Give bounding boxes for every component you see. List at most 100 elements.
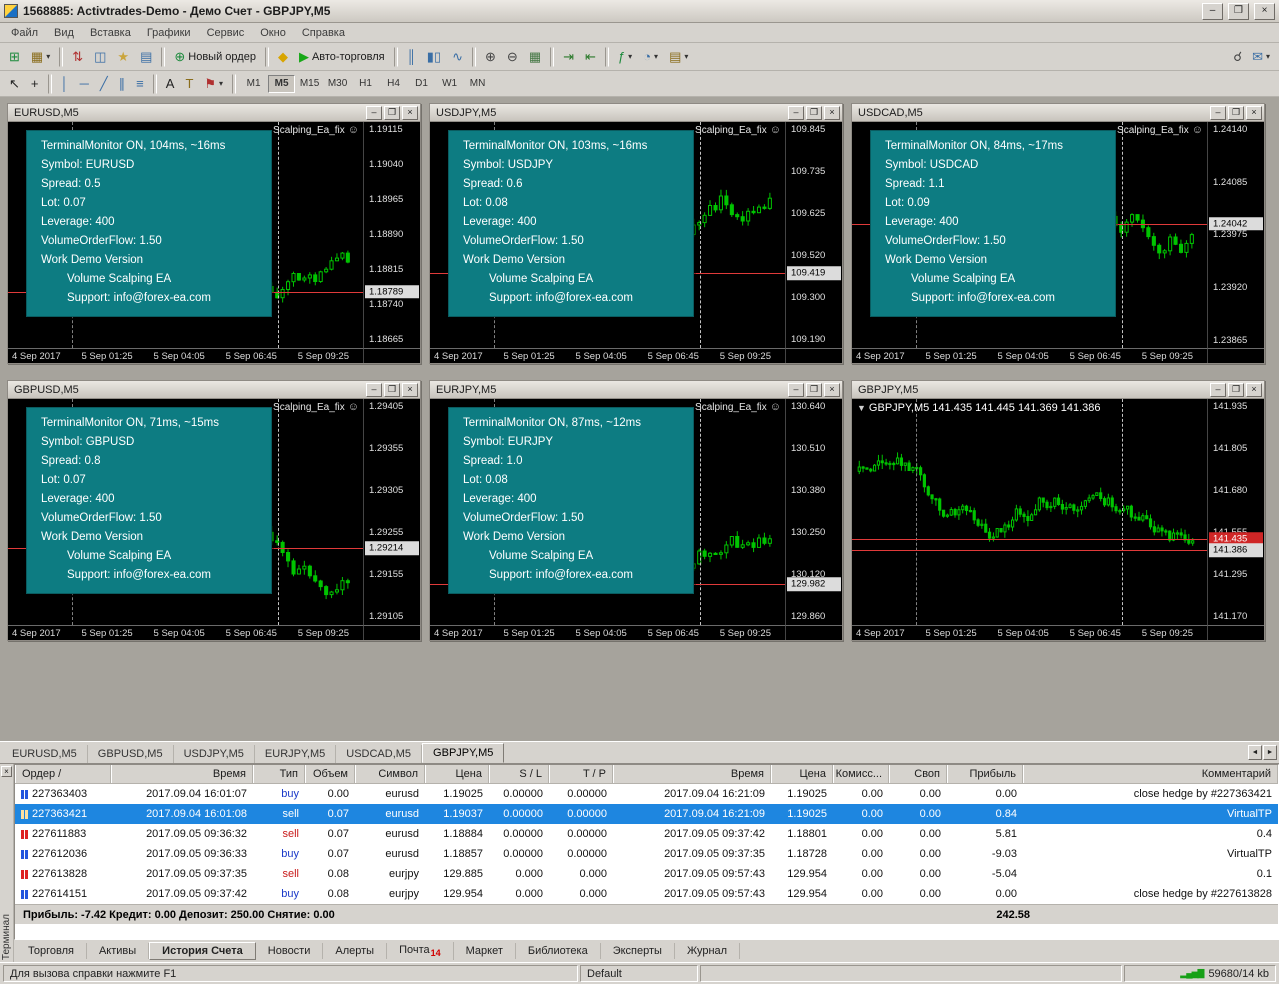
- chart-minimize-button[interactable]: –: [788, 105, 804, 120]
- market-watch-button[interactable]: ⇅: [67, 46, 88, 68]
- column-header[interactable]: Символ: [355, 765, 425, 783]
- timeframe-h1[interactable]: H1: [352, 75, 379, 93]
- chart-close-button[interactable]: ×: [824, 382, 840, 397]
- column-header[interactable]: Цена: [771, 765, 833, 783]
- tab-scroll-left-button[interactable]: ◄: [1248, 745, 1262, 760]
- chart-restore-button[interactable]: ❐: [384, 105, 400, 120]
- menu-item[interactable]: Графики: [139, 25, 199, 41]
- chart-close-button[interactable]: ×: [824, 105, 840, 120]
- metaeditor-button[interactable]: ◆: [273, 46, 293, 68]
- chart-restore-button[interactable]: ❐: [806, 382, 822, 397]
- chart-minimize-button[interactable]: –: [366, 105, 382, 120]
- terminal-tab[interactable]: Алерты: [323, 943, 388, 959]
- chart-canvas[interactable]: Scalping_Ea_fix ☺ TerminalMonitor ON, 87…: [430, 399, 785, 625]
- status-profile[interactable]: Default: [580, 965, 698, 982]
- timeframe-w1[interactable]: W1: [436, 75, 463, 93]
- search-button[interactable]: ☌: [1228, 46, 1247, 68]
- zoom-out-button[interactable]: ⊖: [502, 46, 523, 68]
- menu-item[interactable]: Вставка: [82, 25, 139, 41]
- timeframe-h4[interactable]: H4: [380, 75, 407, 93]
- terminal-tab[interactable]: История Счета: [149, 942, 256, 960]
- chart-tab[interactable]: USDJPY,M5: [174, 745, 255, 763]
- terminal-tab[interactable]: Новости: [256, 943, 324, 959]
- menu-item[interactable]: Справка: [294, 25, 353, 41]
- terminal-tab[interactable]: Эксперты: [601, 943, 675, 959]
- price-scale[interactable]: 1.19115 1.19040 1.18965 1.18890 1.18815 1.187…: [363, 122, 420, 348]
- timeframe-mn[interactable]: MN: [464, 75, 491, 93]
- toolbar-button[interactable]: [152, 73, 157, 94]
- timeframe-d1[interactable]: D1: [408, 75, 435, 93]
- history-row[interactable]: 227612036 2017.09.05 09:36:33 buy 0.07 e…: [15, 844, 1278, 864]
- chart-minimize-button[interactable]: –: [788, 382, 804, 397]
- toolbar-button[interactable]: [161, 46, 166, 67]
- terminal-close-button[interactable]: ×: [1, 766, 12, 777]
- menu-item[interactable]: Окно: [252, 25, 294, 41]
- history-row[interactable]: 227613828 2017.09.05 09:37:35 sell 0.08 …: [15, 864, 1278, 884]
- chart-restore-button[interactable]: ❐: [384, 382, 400, 397]
- auto-scroll-button[interactable]: ⇥: [558, 46, 579, 68]
- toolbar-button[interactable]: [550, 46, 555, 67]
- toolbar-button[interactable]: [472, 46, 477, 67]
- history-row[interactable]: 227614151 2017.09.05 09:37:42 buy 0.08 e…: [15, 884, 1278, 904]
- column-header[interactable]: Объем: [305, 765, 355, 783]
- data-window-button[interactable]: ◫: [89, 46, 111, 68]
- time-axis[interactable]: 4 Sep 2017 5 Sep 01:25 5 Sep 04:05 5 Sep 06…: [852, 625, 1207, 640]
- chart-tab[interactable]: GBPJPY,M5: [422, 743, 505, 763]
- chart-titlebar[interactable]: GBPUSD,M5 – ❐ ×: [8, 381, 420, 399]
- menu-item[interactable]: Вид: [46, 25, 82, 41]
- column-header[interactable]: Тип: [253, 765, 305, 783]
- chart-titlebar[interactable]: EURUSD,M5 – ❐ ×: [8, 104, 420, 122]
- autotrading-button[interactable]: ▶ Авто-торговля: [294, 46, 390, 68]
- toolbar-button[interactable]: [604, 46, 609, 67]
- chart-minimize-button[interactable]: –: [366, 382, 382, 397]
- new-chart-button[interactable]: ⊞: [4, 46, 25, 68]
- chart-close-button[interactable]: ×: [402, 105, 418, 120]
- column-header[interactable]: Своп: [889, 765, 947, 783]
- column-header[interactable]: Прибыль: [947, 765, 1023, 783]
- timeframe-m1[interactable]: M1: [240, 75, 267, 93]
- chart-tab[interactable]: EURJPY,M5: [255, 745, 337, 763]
- history-row[interactable]: 227363421 2017.09.04 16:01:08 sell 0.07 …: [15, 804, 1278, 824]
- chart-titlebar[interactable]: USDJPY,M5 – ❐ ×: [430, 104, 842, 122]
- chart-restore-button[interactable]: ❐: [1228, 105, 1244, 120]
- chart-close-button[interactable]: ×: [1246, 105, 1262, 120]
- time-axis[interactable]: 4 Sep 2017 5 Sep 01:25 5 Sep 04:05 5 Sep 06…: [430, 348, 785, 363]
- chart-canvas[interactable]: Scalping_Ea_fix ☺ TerminalMonitor ON, 10…: [430, 122, 785, 348]
- text-annotation-button[interactable]: T: [180, 73, 198, 95]
- chat-button[interactable]: ✉ ▾: [1247, 46, 1275, 68]
- chart-tab[interactable]: EURUSD,M5: [2, 745, 88, 763]
- indicators-button[interactable]: ƒ ▾: [613, 46, 637, 68]
- chart-canvas[interactable]: Scalping_Ea_fix ☺ TerminalMonitor ON, 84…: [852, 122, 1207, 348]
- chart-tab[interactable]: USDCAD,M5: [336, 745, 423, 763]
- time-axis[interactable]: 4 Sep 2017 5 Sep 01:25 5 Sep 04:05 5 Sep 06…: [8, 625, 363, 640]
- toolbar-button[interactable]: [393, 46, 398, 67]
- close-button[interactable]: ×: [1254, 2, 1275, 20]
- price-scale[interactable]: 1.29405 1.29355 1.29305 1.29255 1.29155 1.291…: [363, 399, 420, 625]
- line-chart-button[interactable]: ∿: [447, 46, 468, 68]
- chart-restore-button[interactable]: ❐: [806, 105, 822, 120]
- chart-canvas[interactable]: Scalping_Ea_fix ☺ TerminalMonitor ON, 10…: [8, 122, 363, 348]
- zoom-in-button[interactable]: ⊕: [480, 46, 501, 68]
- timeframe-m15[interactable]: M15: [296, 75, 323, 93]
- chart-minimize-button[interactable]: –: [1210, 105, 1226, 120]
- terminal-tab[interactable]: Торговля: [16, 943, 87, 959]
- terminal-panel-button[interactable]: ▤: [135, 46, 157, 68]
- history-row[interactable]: 227363403 2017.09.04 16:01:07 buy 0.00 e…: [15, 784, 1278, 804]
- column-header[interactable]: S / L: [489, 765, 549, 783]
- column-header[interactable]: Комментарий: [1023, 765, 1278, 783]
- terminal-tab[interactable]: Библиотека: [516, 943, 601, 959]
- terminal-tab[interactable]: Журнал: [675, 943, 741, 959]
- chart-titlebar[interactable]: USDCAD,M5 – ❐ ×: [852, 104, 1264, 122]
- navigator-button[interactable]: ★: [112, 46, 134, 68]
- terminal-tab[interactable]: Маркет: [454, 943, 516, 959]
- tab-scroll-right-button[interactable]: ►: [1263, 745, 1277, 760]
- chart-shift-button[interactable]: ⇤: [580, 46, 601, 68]
- templates-button[interactable]: ▤ ▾: [664, 46, 693, 68]
- toolbar-button[interactable]: [47, 73, 52, 94]
- price-scale[interactable]: 141.935141.805141.680141.555141.295141.1…: [1207, 399, 1264, 625]
- chart-titlebar[interactable]: GBPJPY,M5 – ❐ ×: [852, 381, 1264, 399]
- horizontal-line-button[interactable]: ─: [75, 73, 94, 95]
- column-header[interactable]: Время: [111, 765, 253, 783]
- tile-windows-button[interactable]: ▦: [524, 46, 546, 68]
- time-axis[interactable]: 4 Sep 2017 5 Sep 01:25 5 Sep 04:05 5 Sep 06…: [852, 348, 1207, 363]
